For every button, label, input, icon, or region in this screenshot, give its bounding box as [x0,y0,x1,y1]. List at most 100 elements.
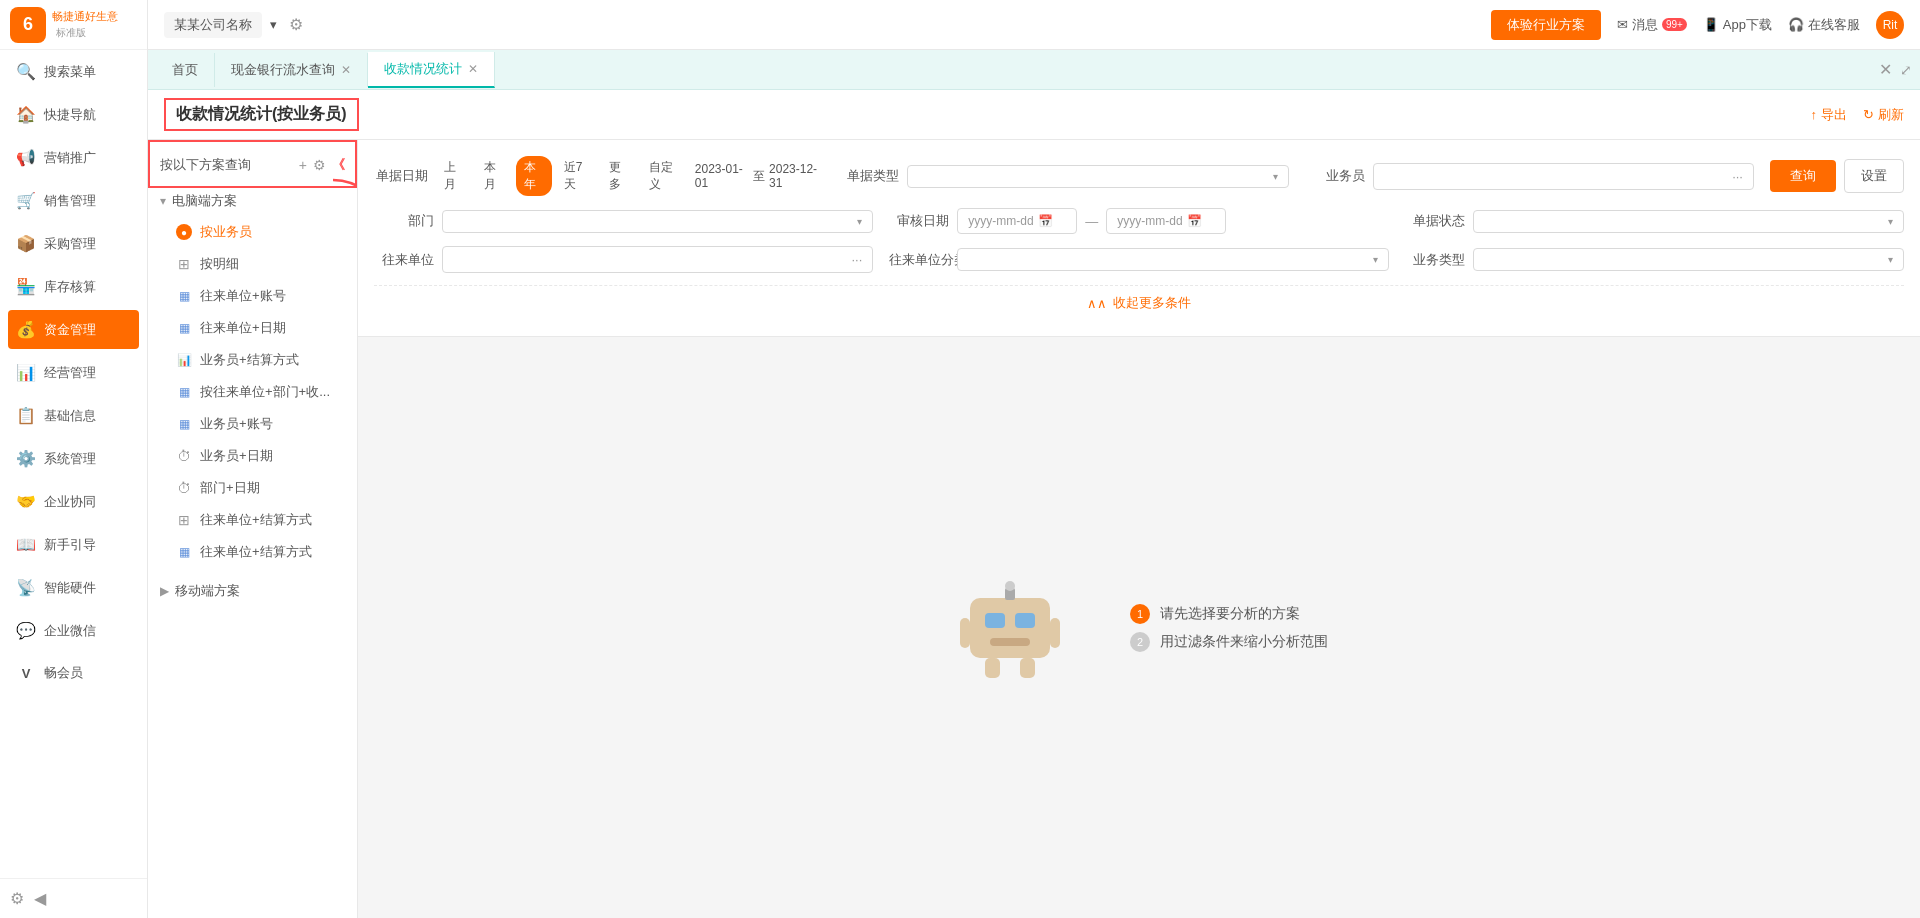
message-badge: 99+ [1662,18,1687,31]
partner-select[interactable]: ··· [442,246,873,273]
scheme-settings-icon[interactable]: ⚙ [313,157,326,173]
tab-collection-stats[interactable]: 收款情况统计 ✕ [368,52,495,88]
finance-icon: 💰 [16,320,36,339]
scheme-item-dept-date[interactable]: ⏱ 部门+日期 [148,472,357,504]
sidebar-item-purchase[interactable]: 📦 采购管理 [0,222,147,265]
sidebar-item-marketing[interactable]: 📢 营销推广 [0,136,147,179]
scheme-item-grid-icon: ⊞ [176,256,192,272]
sidebar-item-label: 销售管理 [44,192,96,210]
scheme-item-salesperson-account[interactable]: ▦ 业务员+账号 [148,408,357,440]
salesperson-label: 业务员 [1305,167,1365,185]
marketing-icon: 📢 [16,148,36,167]
svg-rect-8 [1050,618,1060,648]
sidebar-item-enterprise[interactable]: 🤝 企业协同 [0,480,147,523]
sidebar-item-quick-nav[interactable]: 🏠 快捷导航 [0,93,147,136]
sidebar-item-label: 畅会员 [44,664,83,682]
refresh-icon: ↻ [1863,107,1874,122]
app-download-btn[interactable]: 📱 App下载 [1703,16,1772,34]
sidebar-item-hardware[interactable]: 📡 智能硬件 [0,566,147,609]
date-tab-last-month[interactable]: 上月 [436,156,472,196]
salesperson-select[interactable]: ··· [1373,163,1754,190]
date-tab-custom[interactable]: 自定义 [641,156,687,196]
query-form: 单据日期 上月 本月 本年 近7天 更多 自定义 2023-01-01 [358,140,1920,337]
scheme-group-mobile-header[interactable]: ▶ 移动端方案 [148,576,357,606]
doc-status-field: 单据状态 ▾ [1405,210,1904,233]
settings-icon[interactable]: ⚙ [289,15,303,34]
collapse-sidebar-icon[interactable]: ◀ [34,889,46,908]
sidebar-item-member[interactable]: V 畅会员 [0,652,147,694]
sidebar-item-inventory[interactable]: 🏪 库存核算 [0,265,147,308]
scheme-add-icon[interactable]: + [299,157,307,173]
tab-home[interactable]: 首页 [156,53,215,87]
date-tab-this-month[interactable]: 本月 [476,156,512,196]
trial-btn[interactable]: 体验行业方案 [1491,10,1601,40]
sidebar-item-guide[interactable]: 📖 新手引导 [0,523,147,566]
sidebar-item-wechat[interactable]: 💬 企业微信 [0,609,147,652]
top-header: 某某公司名称 ▾ ⚙ 体验行业方案 ✉ 消息 99+ 📱 App下载 🎧 [148,0,1920,50]
sidebar-item-operation[interactable]: 📊 经营管理 [0,351,147,394]
sidebar-item-basic[interactable]: 📋 基础信息 [0,394,147,437]
audit-date-end[interactable]: yyyy-mm-dd 📅 [1106,208,1226,234]
guide-icon: 📖 [16,535,36,554]
tab-bank-flow-close[interactable]: ✕ [341,63,351,77]
salesperson-field: 业务员 ··· [1305,163,1754,190]
scheme-item-label: 往来单位+账号 [200,287,286,305]
message-btn[interactable]: ✉ 消息 99+ [1617,16,1687,34]
sidebar-item-label: 经营管理 [44,364,96,382]
sidebar-item-sales[interactable]: 🛒 销售管理 [0,179,147,222]
scheme-item-label: 往来单位+结算方式 [200,511,312,529]
scheme-item-by-detail[interactable]: ⊞ 按明细 [148,248,357,280]
audit-date-start[interactable]: yyyy-mm-dd 📅 [957,208,1077,234]
tab-bank-flow[interactable]: 现金银行流水查询 ✕ [215,53,368,87]
tab-maximize-icon[interactable]: ⤢ [1900,62,1912,78]
refresh-label: 刷新 [1878,106,1904,124]
export-btn[interactable]: ↑ 导出 [1811,106,1848,124]
collapse-bar[interactable]: ∧∧ 收起更多条件 [374,285,1904,320]
scheme-group-pc-header[interactable]: ▾ 电脑端方案 [148,186,357,216]
tab-close-all-icon[interactable]: ✕ [1879,60,1892,79]
date-tab-last7[interactable]: 近7天 [556,156,597,196]
workspace-dropdown-icon[interactable]: ▾ [270,17,277,32]
sidebar-item-system[interactable]: ⚙️ 系统管理 [0,437,147,480]
doc-status-select[interactable]: ▾ [1473,210,1904,233]
workspace-selector[interactable]: 某某公司名称 ▾ [164,12,277,38]
refresh-btn[interactable]: ↻ 刷新 [1863,106,1904,124]
setting-btn[interactable]: 设置 [1844,159,1904,193]
query-btn[interactable]: 查询 [1770,160,1836,192]
audit-date-field: 审核日期 yyyy-mm-dd 📅 — yyyy-mm-dd 📅 [889,208,1388,234]
partner-more-icon[interactable]: ··· [851,252,862,267]
scheme-item-partner-dept-collect[interactable]: ▦ 按往来单位+部门+收... [148,376,357,408]
salesperson-more-icon[interactable]: ··· [1732,169,1743,184]
scheme-item-partner-settle1[interactable]: ⊞ 往来单位+结算方式 [148,504,357,536]
biz-type-arrow-icon: ▾ [1888,254,1893,265]
online-service-btn[interactable]: 🎧 在线客服 [1788,16,1860,34]
settings-bottom-icon[interactable]: ⚙ [10,889,24,908]
scheme-item-by-salesperson[interactable]: ● 按业务员 [148,216,357,248]
date-tab-more[interactable]: 更多 [601,156,637,196]
scheme-item-partner-account[interactable]: ▦ 往来单位+账号 [148,280,357,312]
export-label: 导出 [1821,106,1847,124]
step-1-text: 请先选择要分析的方案 [1160,605,1300,623]
user-avatar[interactable]: Rit [1876,11,1904,39]
dept-arrow-icon: ▾ [857,216,862,227]
doc-type-arrow-icon: ▾ [1273,171,1278,182]
scheme-item-table-icon: ▦ [176,288,192,304]
dept-select[interactable]: ▾ [442,210,873,233]
sidebar-item-search[interactable]: 🔍 搜索菜单 [0,50,147,93]
biz-type-select[interactable]: ▾ [1473,248,1904,271]
partner-category-select[interactable]: ▾ [957,248,1388,271]
tab-collection-stats-close[interactable]: ✕ [468,62,478,76]
doc-type-select[interactable]: ▾ [907,165,1288,188]
scheme-item-partner-settle2[interactable]: ▦ 往来单位+结算方式 [148,536,357,568]
sidebar-item-finance[interactable]: 💰 资金管理 [8,310,139,349]
app-download-label: App下载 [1723,16,1772,34]
scheme-item-salesperson-date[interactable]: ⏱ 业务员+日期 [148,440,357,472]
scheme-item-salesperson-settle[interactable]: 📊 业务员+结算方式 [148,344,357,376]
sidebar-item-label: 企业协同 [44,493,96,511]
scheme-collapse-icon[interactable]: 《 [332,156,345,174]
date-end: 2023-12-31 [769,162,823,190]
date-tab-this-year[interactable]: 本年 [516,156,552,196]
scheme-item-table-icon: ▦ [176,320,192,336]
service-icon: 🎧 [1788,17,1804,32]
scheme-item-partner-date[interactable]: ▦ 往来单位+日期 [148,312,357,344]
